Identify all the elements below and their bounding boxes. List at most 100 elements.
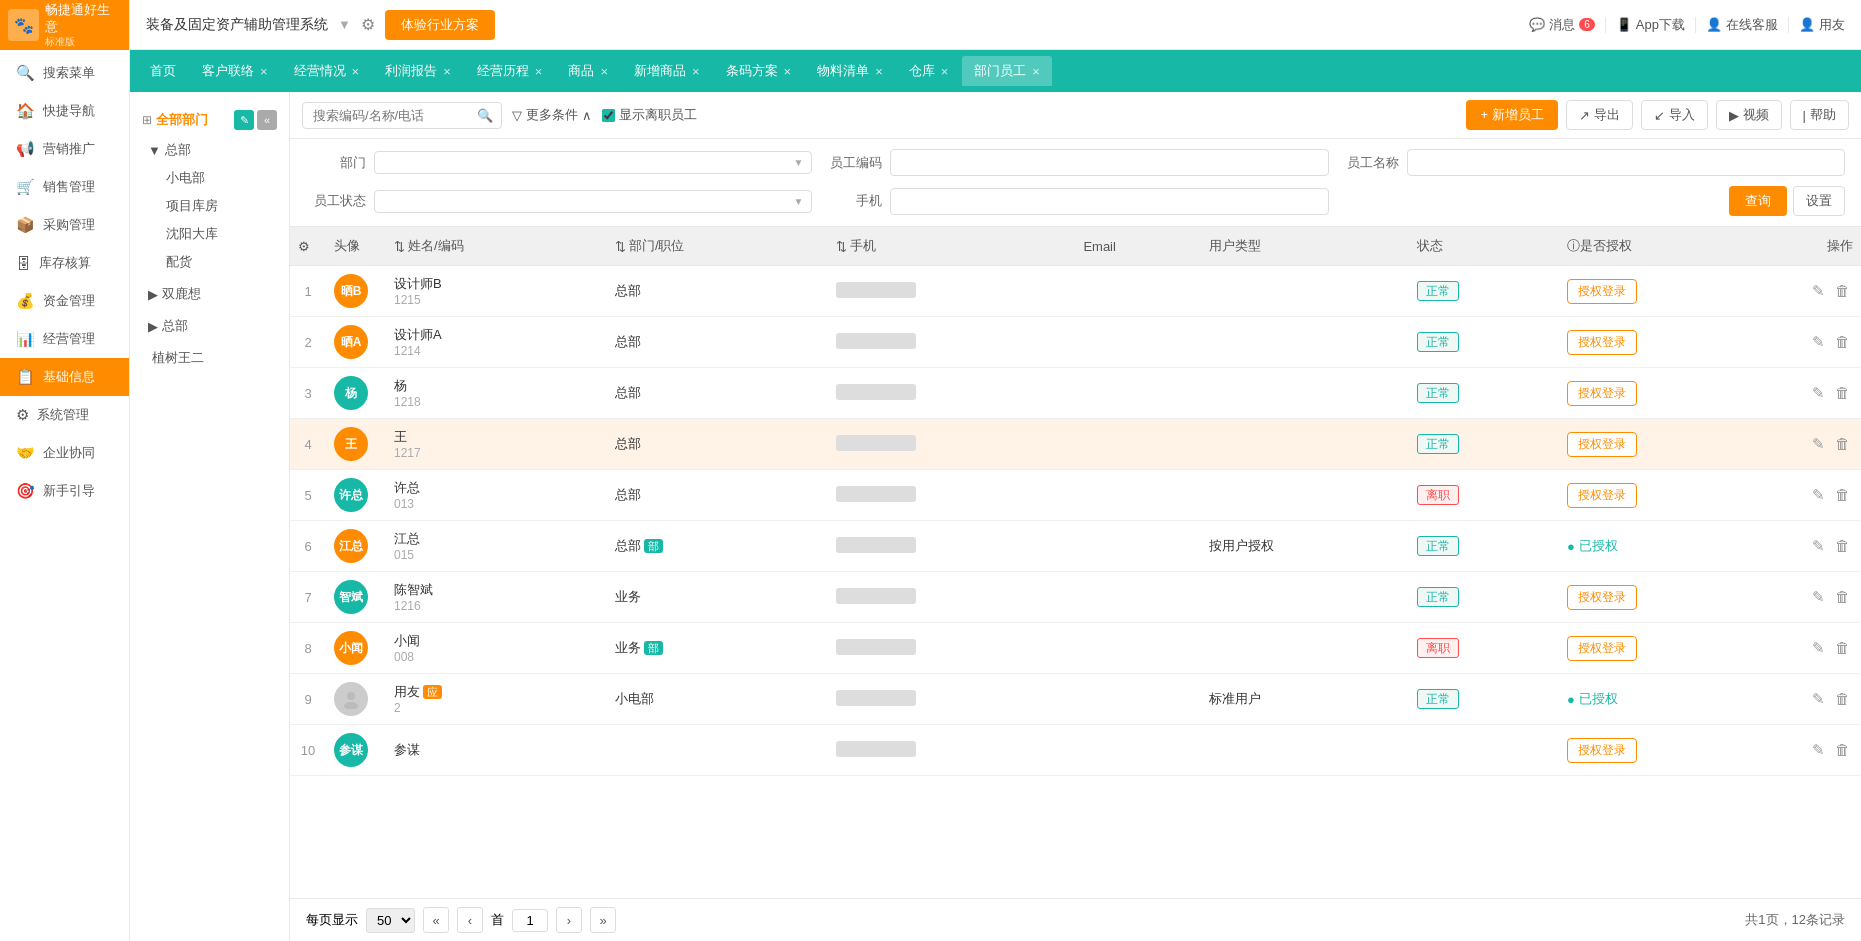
tab-close-barcode[interactable]: × [784, 64, 792, 79]
sidebar-item-guide[interactable]: 🎯 新手引导 [0, 472, 129, 510]
tab-close-dept-staff[interactable]: × [1032, 64, 1040, 79]
tab-operations[interactable]: 经营情况× [282, 56, 372, 86]
user-btn[interactable]: 👤 用友 [1799, 16, 1845, 34]
message-btn[interactable]: 💬 消息 6 [1529, 16, 1595, 34]
export-btn[interactable]: ↗ 导出 [1566, 100, 1633, 130]
delete-btn[interactable]: 🗑 [1835, 741, 1850, 758]
edit-btn[interactable]: ✎ [1812, 435, 1825, 452]
tab-close-customer[interactable]: × [260, 64, 268, 79]
app-download-btn[interactable]: 📱 App下载 [1616, 16, 1685, 34]
delete-btn[interactable]: 🗑 [1835, 384, 1850, 401]
next-page-btn[interactable]: › [556, 907, 582, 933]
edit-btn[interactable]: ✎ [1812, 537, 1825, 554]
experience-btn[interactable]: 体验行业方案 [385, 10, 495, 40]
tab-dept-staff[interactable]: 部门员工× [962, 56, 1052, 86]
show-resigned-checkbox[interactable] [602, 109, 615, 122]
add-employee-btn[interactable]: + 新增员工 [1466, 100, 1557, 130]
view-btn[interactable]: ▶ 视频 [1716, 100, 1782, 130]
tab-bom[interactable]: 物料清单× [805, 56, 895, 86]
more-filters-btn[interactable]: ▽ 更多条件 ∧ [512, 106, 592, 124]
delete-btn[interactable]: 🗑 [1835, 282, 1850, 299]
dept-filter-select[interactable]: ▼ [374, 151, 812, 174]
auth-btn[interactable]: 授权登录 [1567, 330, 1637, 355]
delete-btn[interactable]: 🗑 [1835, 639, 1850, 656]
edit-btn[interactable]: ✎ [1812, 384, 1825, 401]
tab-close-history[interactable]: × [535, 64, 543, 79]
tab-close-operations[interactable]: × [352, 64, 360, 79]
tab-customer[interactable]: 客户联络× [190, 56, 280, 86]
name-filter-input[interactable] [1407, 149, 1845, 176]
delete-btn[interactable]: 🗑 [1835, 537, 1850, 554]
tree-group-header-planting[interactable]: 植树王二 [138, 344, 281, 372]
sidebar-item-finance[interactable]: 💰 资金管理 [0, 282, 129, 320]
tree-group-header-shuanglu[interactable]: ▶ 双鹿想 [138, 280, 281, 308]
tab-close-bom[interactable]: × [875, 64, 883, 79]
auth-btn[interactable]: 授权登录 [1567, 585, 1637, 610]
tab-home[interactable]: 首页 [138, 56, 188, 86]
tree-group-header-hq[interactable]: ▼ 总部 [138, 136, 281, 164]
sidebar-item-system[interactable]: ⚙ 系统管理 [0, 396, 129, 434]
tree-item-small-elec[interactable]: 小电部 [138, 164, 281, 192]
show-resigned-label[interactable]: 显示离职员工 [602, 106, 697, 124]
sidebar-item-marketing[interactable]: 📢 营销推广 [0, 130, 129, 168]
page-input[interactable] [512, 909, 548, 932]
page-size-select[interactable]: 50 [366, 908, 415, 933]
help-btn[interactable]: | 帮助 [1790, 100, 1849, 130]
phone-filter-input[interactable] [890, 188, 1328, 215]
settings-icon[interactable]: ⚙ [361, 15, 375, 34]
sidebar-item-quick-nav[interactable]: 🏠 快捷导航 [0, 92, 129, 130]
code-filter-input[interactable] [890, 149, 1328, 176]
dropdown-arrow[interactable]: ▼ [338, 17, 351, 32]
first-page-btn[interactable]: « [423, 907, 449, 933]
sidebar-item-enterprise[interactable]: 🤝 企业协同 [0, 434, 129, 472]
sidebar-item-operations[interactable]: 📊 经营管理 [0, 320, 129, 358]
tree-collapse-btn[interactable]: « [257, 110, 277, 130]
prev-page-btn[interactable]: ‹ [457, 907, 483, 933]
sidebar-item-inventory[interactable]: 🗄 库存核算 [0, 244, 129, 282]
tab-new-goods[interactable]: 新增商品× [622, 56, 712, 86]
sidebar-item-basic-info[interactable]: 📋 基础信息 [0, 358, 129, 396]
auth-btn[interactable]: 授权登录 [1567, 483, 1637, 508]
col-settings-icon[interactable]: ⚙ [298, 239, 310, 254]
search-btn[interactable]: 查询 [1729, 186, 1787, 216]
tree-group-header-hq2[interactable]: ▶ 总部 [138, 312, 281, 340]
auth-btn[interactable]: 授权登录 [1567, 636, 1637, 661]
auth-btn[interactable]: 授权登录 [1567, 381, 1637, 406]
last-page-btn[interactable]: » [590, 907, 616, 933]
tab-close-warehouse[interactable]: × [941, 64, 949, 79]
tab-barcode[interactable]: 条码方案× [714, 56, 804, 86]
edit-btn[interactable]: ✎ [1812, 588, 1825, 605]
edit-btn[interactable]: ✎ [1812, 639, 1825, 656]
tree-item-distribution[interactable]: 配货 [138, 248, 281, 276]
auth-btn[interactable]: 授权登录 [1567, 432, 1637, 457]
edit-btn[interactable]: ✎ [1812, 486, 1825, 503]
tab-close-new-goods[interactable]: × [692, 64, 700, 79]
import-btn[interactable]: ↙ 导入 [1641, 100, 1708, 130]
edit-btn[interactable]: ✎ [1812, 333, 1825, 350]
tree-edit-btn[interactable]: ✎ [234, 110, 254, 130]
delete-btn[interactable]: 🗑 [1835, 435, 1850, 452]
status-filter-select[interactable]: ▼ [374, 190, 812, 213]
auth-btn[interactable]: 授权登录 [1567, 738, 1637, 763]
tab-profit[interactable]: 利润报告× [373, 56, 463, 86]
tree-item-project-room[interactable]: 项目库房 [138, 192, 281, 220]
online-service-btn[interactable]: 👤 在线客服 [1706, 16, 1778, 34]
edit-btn[interactable]: ✎ [1812, 690, 1825, 707]
tree-item-shenyang[interactable]: 沈阳大库 [138, 220, 281, 248]
edit-btn[interactable]: ✎ [1812, 741, 1825, 758]
set-btn[interactable]: 设置 [1793, 186, 1845, 216]
delete-btn[interactable]: 🗑 [1835, 588, 1850, 605]
tab-close-profit[interactable]: × [443, 64, 451, 79]
sidebar-item-search[interactable]: 🔍 搜索菜单 [0, 54, 129, 92]
tab-close-goods[interactable]: × [600, 64, 608, 79]
tab-goods[interactable]: 商品× [556, 56, 620, 86]
edit-btn[interactable]: ✎ [1812, 282, 1825, 299]
delete-btn[interactable]: 🗑 [1835, 486, 1850, 503]
delete-btn[interactable]: 🗑 [1835, 333, 1850, 350]
tab-history[interactable]: 经营历程× [465, 56, 555, 86]
sidebar-item-purchase[interactable]: 📦 采购管理 [0, 206, 129, 244]
tab-warehouse[interactable]: 仓库× [897, 56, 961, 86]
sidebar-item-sales[interactable]: 🛒 销售管理 [0, 168, 129, 206]
search-input[interactable] [313, 108, 473, 123]
delete-btn[interactable]: 🗑 [1835, 690, 1850, 707]
